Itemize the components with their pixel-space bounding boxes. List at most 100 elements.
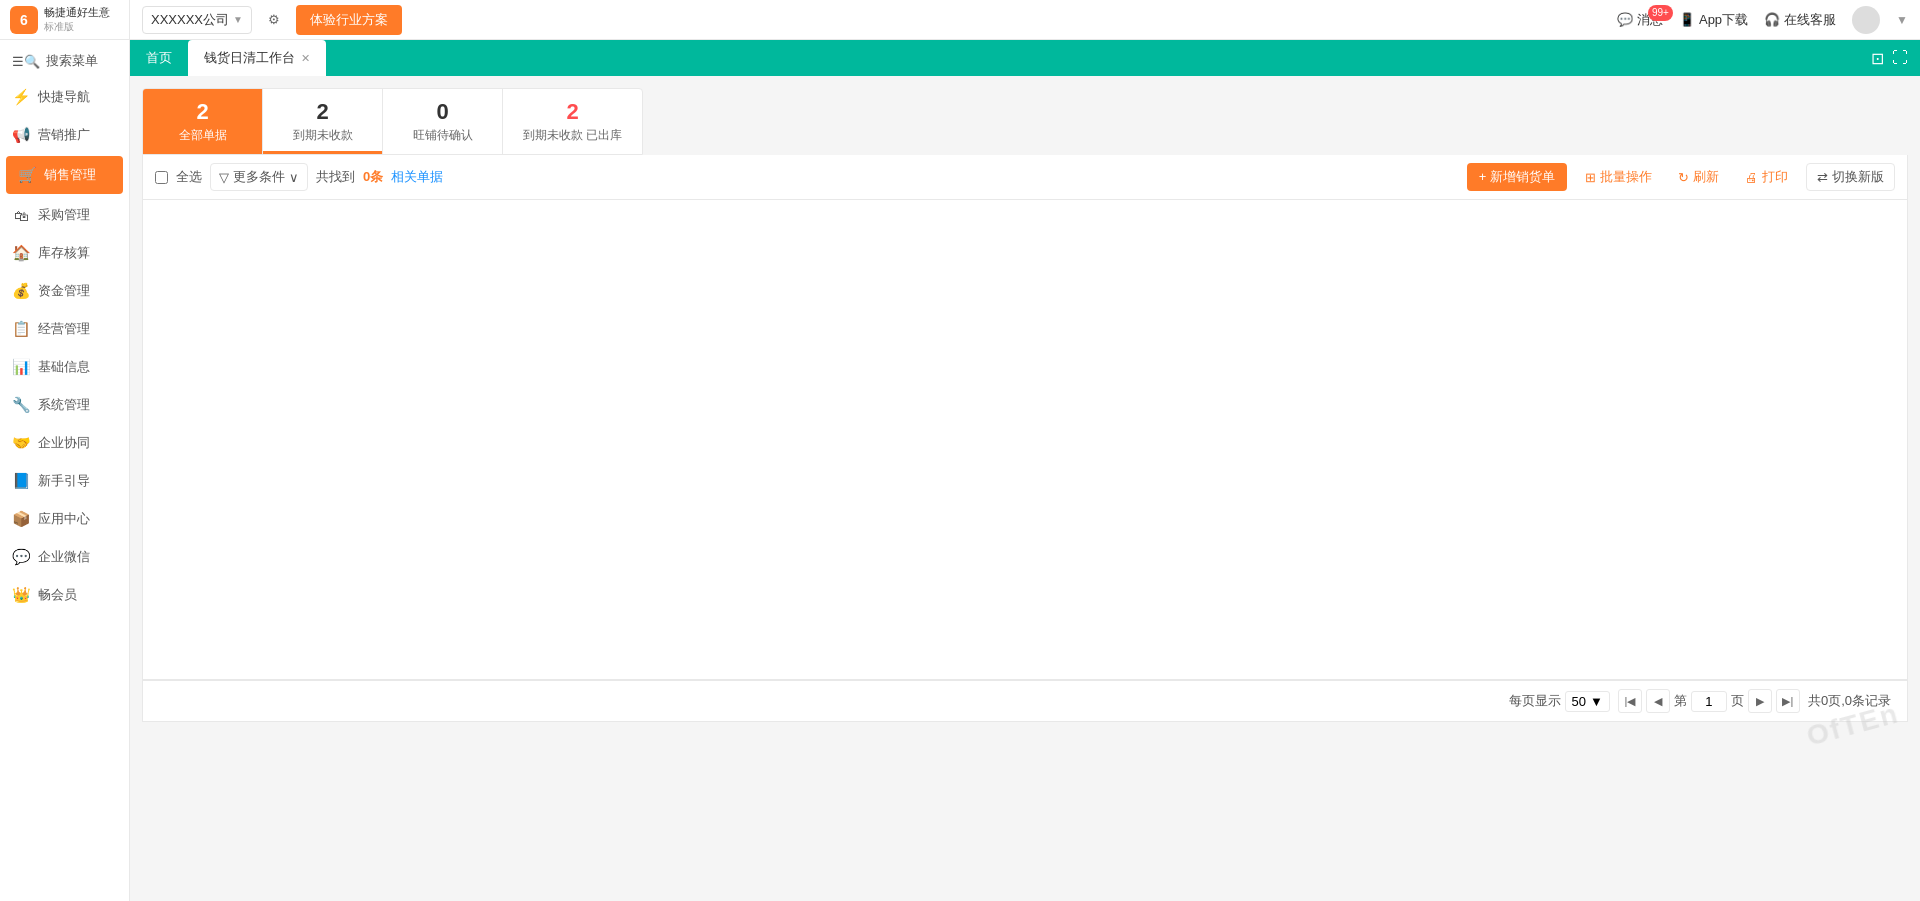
message-icon: 💬 (1617, 12, 1633, 27)
total-info: 共0页,0条记录 (1808, 692, 1891, 710)
sidebar-item-guide[interactable]: 📘 新手引导 (0, 462, 129, 500)
stat-tab-overdue-label: 到期未收款 (283, 127, 362, 144)
stat-tab-overdue-shipped[interactable]: 2 到期未收款 已出库 (503, 89, 642, 154)
app-logo-icon: 6 (10, 6, 38, 34)
stat-tabs: 2 全部单据 2 到期未收款 0 旺铺待确认 2 到期未收款 已出库 (142, 88, 643, 155)
username-label[interactable]: ▼ (1896, 13, 1908, 27)
refresh-btn[interactable]: ↻ 刷新 (1670, 164, 1727, 190)
gear-icon: ⚙ (268, 12, 280, 27)
sidebar-item-member[interactable]: 👑 畅会员 (0, 576, 129, 614)
page-nav: |◀ ◀ 第 页 ▶ ▶| (1618, 689, 1800, 713)
app-center-icon: 📦 (12, 510, 30, 528)
trial-btn[interactable]: 体验行业方案 (296, 5, 402, 35)
nav-tabs-bar: 首页 钱货日清工作台 ✕ ⊡ ⛶ (130, 40, 1920, 76)
cooperation-label: 企业协同 (38, 434, 90, 452)
select-all-checkbox[interactable] (155, 171, 168, 184)
sidebar-item-marketing[interactable]: 📢 营销推广 (0, 116, 129, 154)
sidebar-item-operation[interactable]: 📋 经营管理 (0, 310, 129, 348)
settings-button[interactable]: ⚙ (260, 6, 288, 34)
pagination-bar: 每页显示 50 ▼ |◀ ◀ 第 页 ▶ ▶| 共0页,0条记录 (142, 680, 1908, 722)
cash-work-tab-label: 钱货日清工作台 (204, 49, 295, 67)
online-service-btn[interactable]: 🎧 在线客服 (1764, 11, 1836, 29)
finance-icon: 💰 (12, 282, 30, 300)
print-icon: 🖨 (1745, 170, 1758, 185)
sidebar-item-quick-nav[interactable]: ⚡ 快捷导航 (0, 78, 129, 116)
print-label: 打印 (1762, 168, 1788, 186)
select-all-label: 全选 (176, 168, 202, 186)
mobile-icon: 📱 (1679, 12, 1695, 27)
wechat-label: 企业微信 (38, 548, 90, 566)
sales-label: 销售管理 (44, 166, 96, 184)
related-orders-link[interactable]: 相关单据 (391, 168, 443, 186)
top-header: 6 畅捷通好生意 标准版 XXXXXX公司 ▼ ⚙ 体验行业方案 💬 消息 99… (0, 0, 1920, 40)
member-icon: 👑 (12, 586, 30, 604)
switch-version-btn[interactable]: ⇄ 切换新版 (1806, 163, 1895, 191)
print-btn[interactable]: 🖨 打印 (1737, 164, 1796, 190)
company-name-label: XXXXXX公司 (151, 11, 229, 29)
sidebar-item-inventory[interactable]: 🏠 库存核算 (0, 234, 129, 272)
page-label: 第 (1674, 692, 1687, 710)
refresh-label: 刷新 (1693, 168, 1719, 186)
stat-tab-overdue[interactable]: 2 到期未收款 (263, 89, 383, 154)
stat-tab-wangpu-num: 0 (403, 99, 482, 125)
basic-label: 基础信息 (38, 358, 90, 376)
inventory-icon: 🏠 (12, 244, 30, 262)
first-page-btn[interactable]: |◀ (1618, 689, 1642, 713)
close-tab-icon[interactable]: ✕ (301, 52, 310, 65)
filter-arrow-icon: ∨ (289, 170, 299, 185)
sales-icon: 🛒 (18, 166, 36, 184)
sidebar-item-cooperation[interactable]: 🤝 企业协同 (0, 424, 129, 462)
stat-tab-wangpu[interactable]: 0 旺铺待确认 (383, 89, 503, 154)
sidebar-item-system[interactable]: 🔧 系统管理 (0, 386, 129, 424)
found-prefix: 共找到 (316, 168, 355, 186)
stat-tab-wangpu-label: 旺铺待确认 (403, 127, 482, 144)
purchase-label: 采购管理 (38, 206, 90, 224)
app-download-btn[interactable]: 📱 App下载 (1679, 11, 1748, 29)
sidebar-item-sales[interactable]: 🛒 销售管理 (6, 156, 123, 194)
sidebar-item-wechat[interactable]: 💬 企业微信 (0, 538, 129, 576)
sidebar: ☰🔍 搜索菜单 ⚡ 快捷导航 📢 营销推广 🛒 销售管理 🛍 采购管理 🏠 库存… (0, 40, 130, 901)
new-order-btn[interactable]: + 新增销货单 (1467, 163, 1567, 191)
quick-nav-icon: ⚡ (12, 88, 30, 106)
app-logo-sub: 标准版 (44, 20, 110, 34)
tab-cash-work[interactable]: 钱货日清工作台 ✕ (188, 40, 326, 76)
marketing-icon: 📢 (12, 126, 30, 144)
home-tab-label: 首页 (146, 49, 172, 67)
sidebar-item-basic[interactable]: 📊 基础信息 (0, 348, 129, 386)
app-logo-name: 畅捷通好生意 (44, 5, 110, 19)
maximize-window-icon[interactable]: ⛶ (1892, 49, 1908, 68)
user-avatar[interactable] (1852, 6, 1880, 34)
page-label-2: 页 (1731, 692, 1744, 710)
next-page-btn[interactable]: ▶ (1748, 689, 1772, 713)
search-menu-btn[interactable]: ☰🔍 搜索菜单 (0, 44, 129, 78)
message-badge: 99+ (1648, 5, 1673, 21)
header-right: 💬 消息 99+ 📱 App下载 🎧 在线客服 ▼ (1617, 6, 1908, 34)
cooperation-icon: 🤝 (12, 434, 30, 452)
headset-icon: 🎧 (1764, 12, 1780, 27)
batch-ops-btn[interactable]: ⊞ 批量操作 (1577, 164, 1660, 190)
company-selector[interactable]: XXXXXX公司 ▼ (142, 6, 252, 34)
sidebar-item-purchase[interactable]: 🛍 采购管理 (0, 196, 129, 234)
table-area (142, 200, 1908, 680)
last-page-btn[interactable]: ▶| (1776, 689, 1800, 713)
company-dropdown-arrow: ▼ (233, 14, 243, 25)
sidebar-item-finance[interactable]: 💰 资金管理 (0, 272, 129, 310)
sidebar-item-app-center[interactable]: 📦 应用中心 (0, 500, 129, 538)
switch-label: 切换新版 (1832, 168, 1884, 186)
quick-nav-label: 快捷导航 (38, 88, 90, 106)
guide-icon: 📘 (12, 472, 30, 490)
filter-label: 更多条件 (233, 168, 285, 186)
filter-btn[interactable]: ▽ 更多条件 ∨ (210, 163, 308, 191)
switch-icon: ⇄ (1817, 170, 1828, 185)
stat-tab-overdue-shipped-label: 到期未收款 已出库 (523, 127, 622, 144)
tab-home[interactable]: 首页 (130, 40, 188, 76)
page-input[interactable] (1691, 691, 1727, 712)
prev-page-btn[interactable]: ◀ (1646, 689, 1670, 713)
search-menu-label: 搜索菜单 (46, 52, 98, 70)
page-size-dropdown[interactable]: 50 ▼ (1565, 691, 1610, 712)
stat-tab-all[interactable]: 2 全部单据 (143, 89, 263, 154)
stat-tab-all-num: 2 (163, 99, 242, 125)
message-btn[interactable]: 💬 消息 99+ (1617, 11, 1663, 29)
restore-window-icon[interactable]: ⊡ (1871, 49, 1884, 68)
found-count: 0条 (363, 168, 383, 186)
